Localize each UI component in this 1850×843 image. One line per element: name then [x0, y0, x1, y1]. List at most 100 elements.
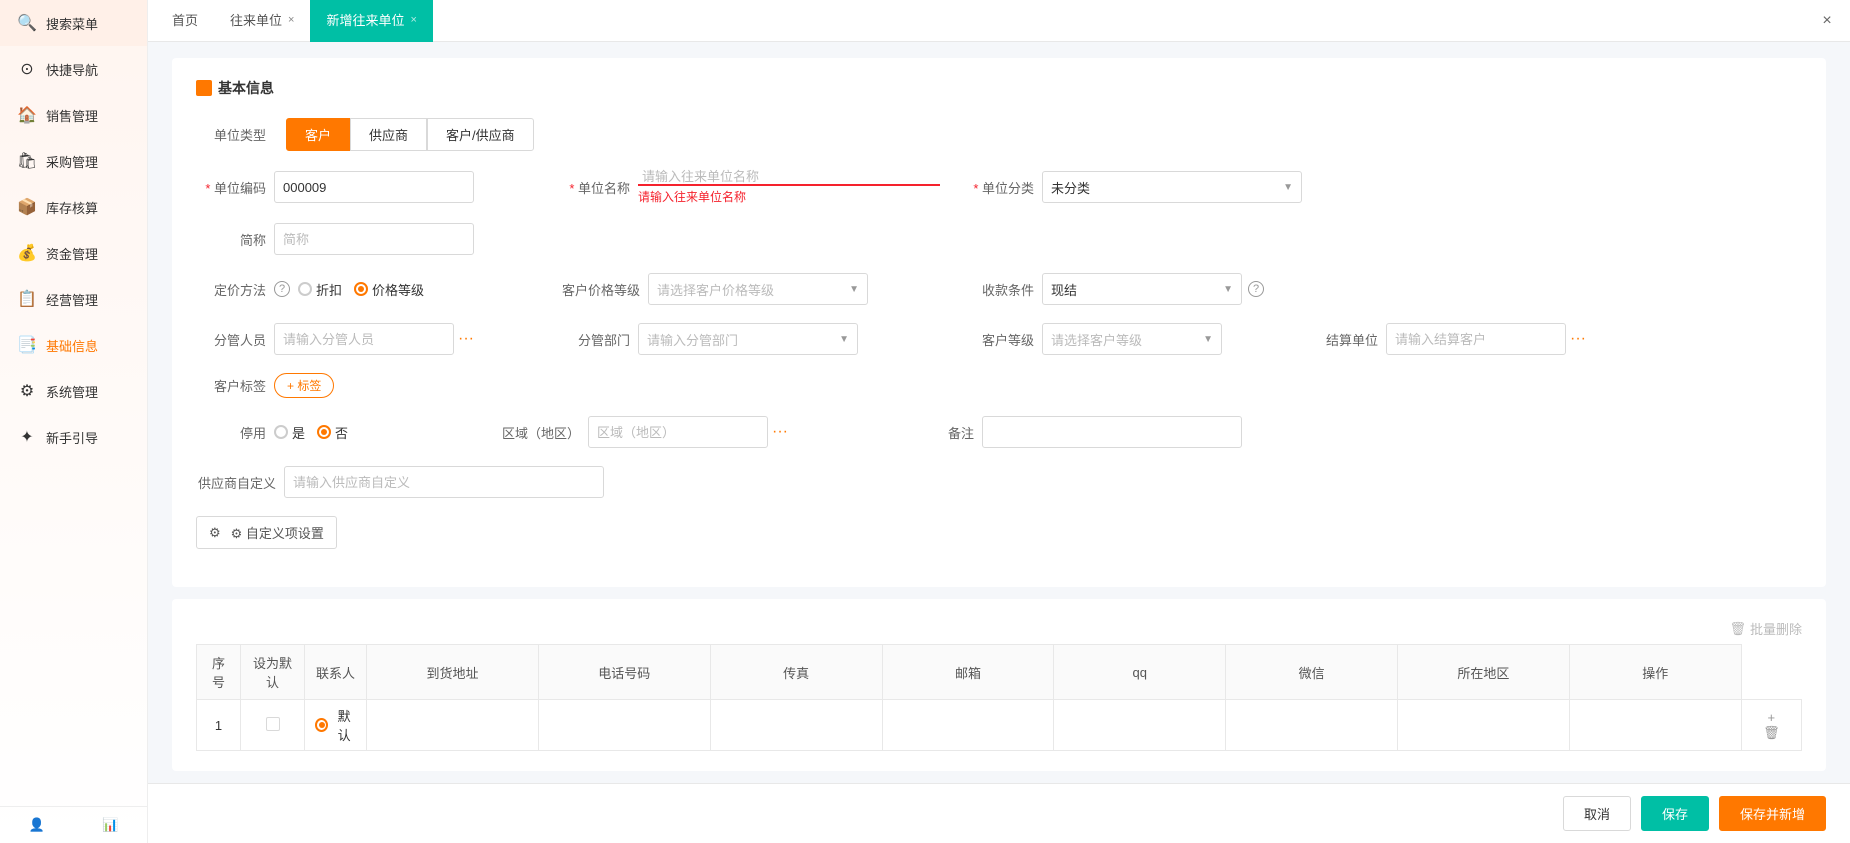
- radio-discount[interactable]: 折扣: [298, 280, 342, 299]
- row-contact[interactable]: [367, 700, 539, 751]
- customer-price-level-chevron: ▼: [849, 284, 859, 295]
- sidebar-bottom-icon2[interactable]: 📊: [74, 807, 148, 843]
- row-wechat-input[interactable]: [1408, 709, 1559, 741]
- sidebar-item-operation[interactable]: 📋 经营管理: [0, 276, 147, 322]
- region-input[interactable]: [588, 416, 768, 448]
- unit-category-select[interactable]: 未分类 ▼: [1042, 171, 1302, 203]
- row-default-text: 默认: [332, 706, 356, 744]
- supplier-custom-input[interactable]: [284, 466, 604, 498]
- type-btn-customer[interactable]: 客户: [286, 118, 350, 151]
- tab-partner-close[interactable]: ×: [288, 14, 294, 26]
- sidebar-item-quicknav[interactable]: ⊙ 快捷导航: [0, 46, 147, 92]
- col-no: 序号: [197, 645, 241, 700]
- guide-icon: ✦: [16, 426, 38, 448]
- custom-settings-btn[interactable]: ⚙ ⚙ 自定义项设置: [196, 516, 337, 549]
- radio-price-level-label: 价格等级: [372, 280, 424, 299]
- row-email[interactable]: [1054, 700, 1226, 751]
- unit-code-input[interactable]: [274, 171, 474, 203]
- sidebar-bottom: 👤 📊: [0, 806, 147, 843]
- sidebar-item-purchase[interactable]: 🛍 采购管理: [0, 138, 147, 184]
- radio-default-label[interactable]: 默认: [315, 706, 356, 744]
- tab-partner[interactable]: 往来单位 ×: [214, 0, 310, 42]
- row-qq[interactable]: [1226, 700, 1398, 751]
- row-delete-btn[interactable]: 🗑: [1763, 725, 1780, 740]
- sidebar-search-label: 搜索菜单: [46, 14, 98, 33]
- row-address-input[interactable]: [549, 709, 700, 741]
- sidebar-item-system[interactable]: ⚙ 系统管理: [0, 368, 147, 414]
- unit-name-label: 单位名称: [560, 178, 630, 197]
- sidebar-bottom-icon1[interactable]: 👤: [0, 807, 74, 843]
- radio-yes-circle: [274, 425, 288, 439]
- cancel-button[interactable]: 取消: [1563, 796, 1631, 831]
- row-checkbox[interactable]: [266, 717, 280, 731]
- tab-new-partner-label: 新增往来单位: [326, 10, 404, 29]
- row-address[interactable]: [538, 700, 710, 751]
- sidebar-item-guide[interactable]: ✦ 新手引导: [0, 414, 147, 460]
- payment-terms-label: 收款条件: [964, 280, 1034, 299]
- row-contact-input[interactable]: [377, 709, 528, 741]
- row-email-input[interactable]: [1064, 709, 1215, 741]
- row-add-btn[interactable]: +: [1768, 710, 1776, 725]
- radio-disabled-yes[interactable]: 是: [274, 423, 305, 442]
- manager-input[interactable]: [274, 323, 454, 355]
- sidebar-inventory-label: 库存核算: [46, 198, 98, 217]
- row-region[interactable]: [1569, 700, 1741, 751]
- tab-home[interactable]: 首页: [156, 0, 214, 42]
- disabled-group: 停用 是 否: [196, 423, 476, 442]
- customer-tag-group: 客户标签 + 标签: [196, 373, 1802, 398]
- settlement-unit-group: 结算单位 ···: [1308, 323, 1668, 355]
- manager-label: 分管人员: [196, 330, 266, 349]
- unit-code-label: 单位编码: [196, 178, 266, 197]
- remark-input[interactable]: [982, 416, 1242, 448]
- sidebar-finance-label: 资金管理: [46, 244, 98, 263]
- sidebar-item-search[interactable]: 🔍 搜索菜单: [0, 0, 147, 46]
- manager-more-btn[interactable]: ···: [454, 330, 478, 348]
- unit-info-row: 单位编码 单位名称 请输入往来单位名称 单位分类 未分: [196, 169, 1802, 205]
- row-fax[interactable]: [882, 700, 1054, 751]
- tabbar-close-button[interactable]: ×: [1812, 6, 1842, 36]
- short-name-label: 简称: [196, 230, 266, 249]
- customer-price-level-select[interactable]: 请选择客户价格等级 ▼: [648, 273, 868, 305]
- region-label: 区域（地区）: [500, 423, 580, 442]
- batch-delete-btn[interactable]: 批量删除: [1750, 619, 1802, 638]
- table-body: 1 默认: [197, 700, 1802, 751]
- region-more-btn[interactable]: ···: [768, 423, 792, 441]
- row-default-radio: 默认: [305, 700, 367, 751]
- tab-new-partner[interactable]: 新增往来单位 ×: [310, 0, 432, 42]
- disabled-row: 停用 是 否 区域（地区）: [196, 416, 1802, 448]
- save-new-button[interactable]: 保存并新增: [1719, 796, 1826, 831]
- basic-icon: 📑: [16, 334, 38, 356]
- department-select[interactable]: 请输入分管部门 ▼: [638, 323, 858, 355]
- sidebar-item-finance[interactable]: 💰 资金管理: [0, 230, 147, 276]
- tag-add-btn[interactable]: + 标签: [274, 373, 334, 398]
- row-wechat[interactable]: [1398, 700, 1570, 751]
- pricing-help-icon[interactable]: ?: [274, 281, 290, 297]
- pricing-row: 定价方法 ? 折扣 价格等级: [196, 273, 1802, 305]
- section-title-text: 基本信息: [218, 78, 274, 98]
- tab-new-partner-close[interactable]: ×: [410, 14, 416, 26]
- radio-price-level[interactable]: 价格等级: [354, 280, 424, 299]
- short-name-input[interactable]: [274, 223, 474, 255]
- unit-name-input[interactable]: [638, 169, 940, 186]
- col-phone: 电话号码: [538, 645, 710, 700]
- sidebar-item-basic[interactable]: 📑 基础信息: [0, 322, 147, 368]
- row-qq-input[interactable]: [1236, 709, 1387, 741]
- customer-level-select[interactable]: 请选择客户等级 ▼: [1042, 323, 1222, 355]
- row-region-input[interactable]: [1580, 709, 1731, 741]
- payment-terms-select[interactable]: 现结 ▼: [1042, 273, 1242, 305]
- row-fax-input[interactable]: [893, 709, 1044, 741]
- sidebar-guide-label: 新手引导: [46, 428, 98, 447]
- sidebar-item-sales[interactable]: 🏠 销售管理: [0, 92, 147, 138]
- radio-discount-circle: [298, 282, 312, 296]
- payment-help-icon[interactable]: ?: [1248, 281, 1264, 297]
- radio-disabled-no[interactable]: 否: [317, 423, 348, 442]
- sidebar-item-inventory[interactable]: 📦 库存核算: [0, 184, 147, 230]
- type-btn-supplier[interactable]: 供应商: [350, 118, 427, 151]
- save-button[interactable]: 保存: [1641, 796, 1709, 831]
- row-phone-input[interactable]: [721, 709, 872, 741]
- settlement-unit-input[interactable]: [1386, 323, 1566, 355]
- type-btn-both[interactable]: 客户/供应商: [427, 118, 534, 151]
- row-phone[interactable]: [710, 700, 882, 751]
- radio-no-label: 否: [335, 423, 348, 442]
- settlement-more-btn[interactable]: ···: [1566, 330, 1590, 348]
